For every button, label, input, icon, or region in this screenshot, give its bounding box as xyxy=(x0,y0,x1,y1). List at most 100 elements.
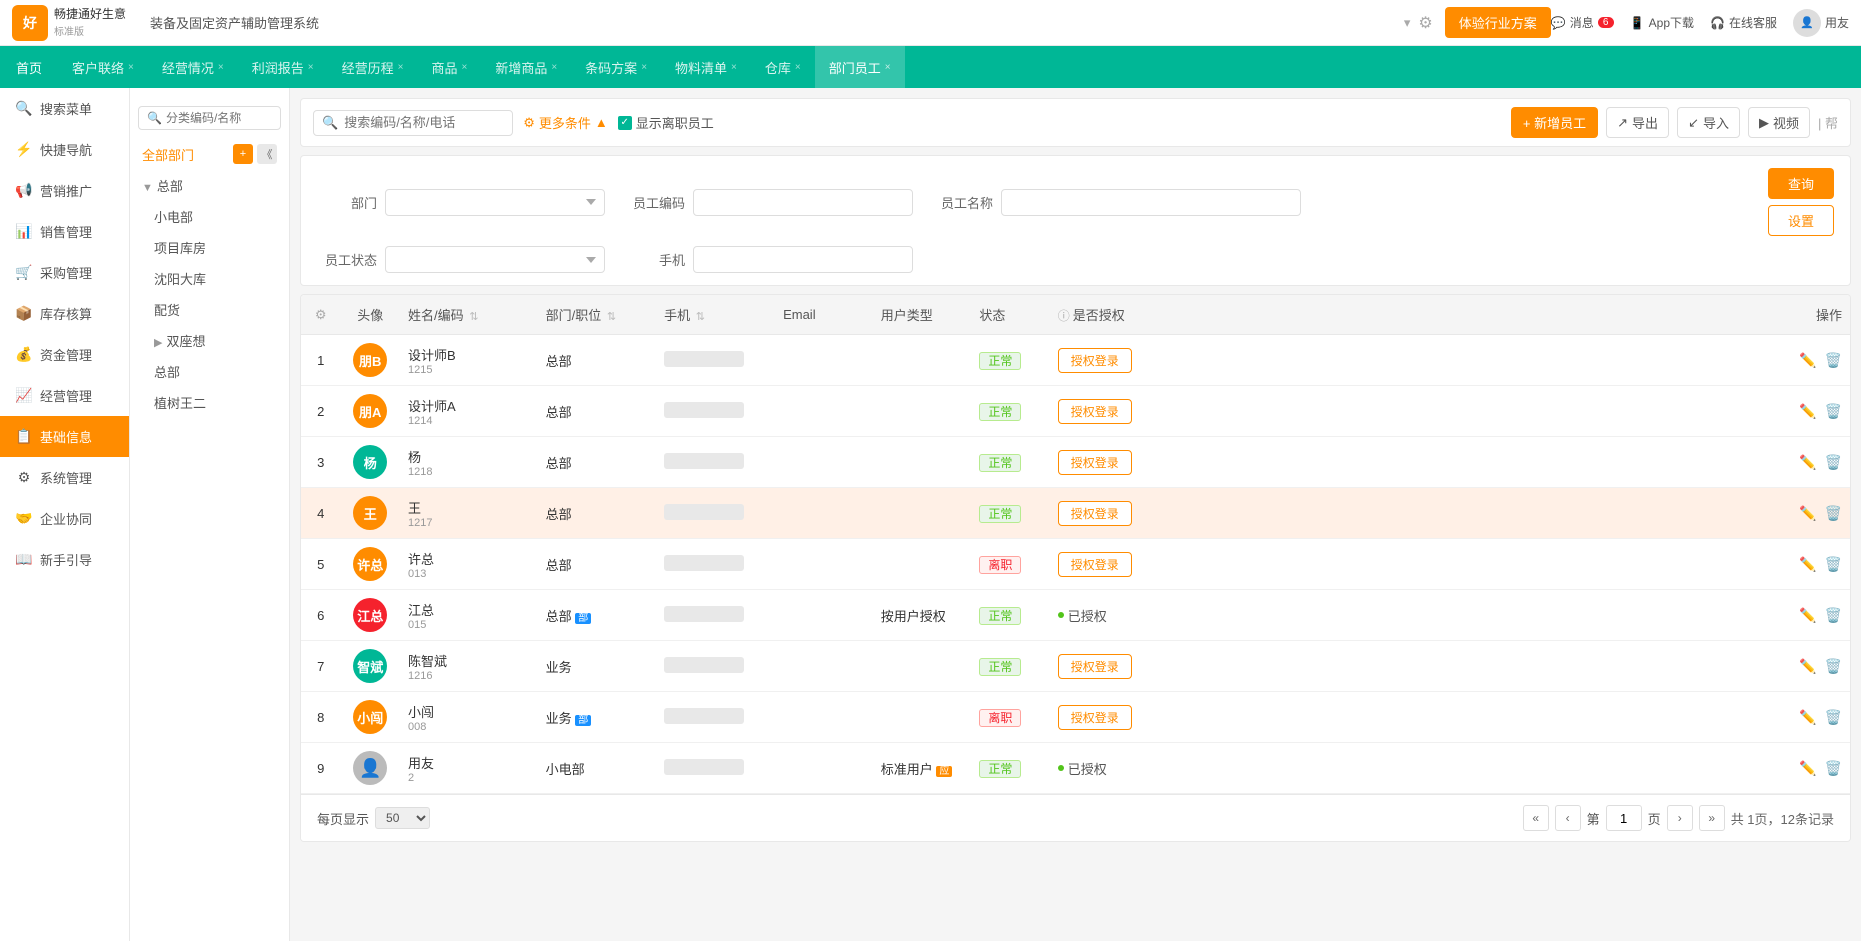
close-icon[interactable]: × xyxy=(461,62,467,73)
show-departed-toggle[interactable]: ✓ 显示离职员工 xyxy=(618,113,714,132)
tree-item-xiangmu[interactable]: 项目库房 xyxy=(130,232,289,263)
sidebar-item-sales[interactable]: 📊 销售管理 xyxy=(0,211,129,252)
dept-search-wrap[interactable]: 🔍 xyxy=(138,106,281,130)
view-button[interactable]: ▶ 视频 xyxy=(1748,107,1810,138)
sidebar-item-finance[interactable]: 💰 资金管理 xyxy=(0,334,129,375)
delete-icon[interactable]: 🗑️ xyxy=(1825,607,1842,624)
edit-icon[interactable]: ✏️ xyxy=(1799,556,1816,573)
auth-button[interactable]: 授权登录 xyxy=(1058,450,1132,475)
sidebar-item-marketing[interactable]: 📢 营销推广 xyxy=(0,170,129,211)
th-name[interactable]: 姓名/编码 ⇅ xyxy=(400,295,538,335)
dept-collapse-icon[interactable]: 《 xyxy=(257,144,277,164)
dropdown-icon[interactable]: ▾ xyxy=(1404,15,1411,31)
sidebar-item-search[interactable]: 🔍 搜索菜单 xyxy=(0,88,129,129)
phone-filter-input[interactable] xyxy=(693,246,913,273)
search-input[interactable] xyxy=(344,115,504,130)
auth-button[interactable]: 授权登录 xyxy=(1058,552,1132,577)
edit-icon[interactable]: ✏️ xyxy=(1799,403,1816,420)
delete-icon[interactable]: 🗑️ xyxy=(1825,709,1842,726)
tab-barcode[interactable]: 条码方案 × xyxy=(571,46,661,88)
name-filter-input[interactable] xyxy=(1001,189,1301,216)
first-page-btn[interactable]: « xyxy=(1523,805,1549,831)
tree-item-zongbu-child[interactable]: 总部 xyxy=(130,356,289,387)
tree-item-peihuo[interactable]: 配货 xyxy=(130,294,289,325)
tab-warehouse[interactable]: 仓库 × xyxy=(751,46,815,88)
tab-customer[interactable]: 客户联络 × xyxy=(58,46,148,88)
user-action[interactable]: 👤 用友 xyxy=(1793,9,1849,37)
set-button[interactable]: 设置 xyxy=(1768,205,1834,236)
message-action[interactable]: 💬 消息 6 xyxy=(1551,14,1614,31)
edit-icon[interactable]: ✏️ xyxy=(1799,658,1816,675)
online-service-action[interactable]: 🎧 在线客服 xyxy=(1710,14,1777,31)
tree-item-shuangzuo[interactable]: ▶双座想 xyxy=(130,325,289,356)
tab-add-goods[interactable]: 新增商品 × xyxy=(481,46,571,88)
app-download-action[interactable]: 📱 App下载 xyxy=(1630,14,1694,31)
sort-icon[interactable]: ⇅ xyxy=(469,311,478,323)
search-input-wrap[interactable]: 🔍 xyxy=(313,110,513,136)
tree-item-zongbu-root[interactable]: ▼总部 xyxy=(130,170,289,201)
sidebar-item-inventory[interactable]: 📦 库存核算 xyxy=(0,293,129,334)
edit-icon[interactable]: ✏️ xyxy=(1799,454,1816,471)
delete-icon[interactable]: 🗑️ xyxy=(1825,760,1842,777)
sort-dept-icon[interactable]: ⇅ xyxy=(607,311,616,323)
tab-bom[interactable]: 物料清单 × xyxy=(661,46,751,88)
auth-button[interactable]: 授权登录 xyxy=(1058,654,1132,679)
import-button[interactable]: ↙ 导入 xyxy=(1677,107,1740,138)
gear-icon[interactable]: ⚙ xyxy=(1418,13,1432,33)
delete-icon[interactable]: 🗑️ xyxy=(1825,454,1842,471)
dept-search-input[interactable] xyxy=(166,111,272,125)
prev-page-btn[interactable]: ‹ xyxy=(1555,805,1581,831)
sidebar-item-collab[interactable]: 🤝 企业协同 xyxy=(0,498,129,539)
auth-button[interactable]: 授权登录 xyxy=(1058,399,1132,424)
th-settings[interactable]: ⚙ xyxy=(301,295,340,335)
more-filter-btn[interactable]: ⚙ 更多条件 ▲ xyxy=(523,113,608,132)
sidebar-item-system[interactable]: ⚙ 系统管理 xyxy=(0,457,129,498)
sidebar-item-guide[interactable]: 📖 新手引导 xyxy=(0,539,129,580)
sort-phone-icon[interactable]: ⇅ xyxy=(696,311,705,323)
auth-button[interactable]: 授权登录 xyxy=(1058,348,1132,373)
close-icon[interactable]: × xyxy=(398,62,404,73)
page-number-input[interactable] xyxy=(1606,805,1642,831)
delete-icon[interactable]: 🗑️ xyxy=(1825,505,1842,522)
close-icon[interactable]: × xyxy=(795,62,801,73)
th-phone[interactable]: 手机 ⇅ xyxy=(656,295,775,335)
edit-icon[interactable]: ✏️ xyxy=(1799,709,1816,726)
delete-icon[interactable]: 🗑️ xyxy=(1825,403,1842,420)
export-button[interactable]: ↗ 导出 xyxy=(1606,107,1669,138)
close-icon[interactable]: × xyxy=(885,62,891,73)
search-button[interactable]: 查询 xyxy=(1768,168,1834,199)
sidebar-item-quicknav[interactable]: ⚡ 快捷导航 xyxy=(0,129,129,170)
edit-icon[interactable]: ✏️ xyxy=(1799,760,1816,777)
close-icon[interactable]: × xyxy=(551,62,557,73)
tab-profit[interactable]: 利润报告 × xyxy=(238,46,328,88)
close-icon[interactable]: × xyxy=(308,62,314,73)
edit-icon[interactable]: ✏️ xyxy=(1799,505,1816,522)
th-dept[interactable]: 部门/职位 ⇅ xyxy=(538,295,657,335)
auth-button[interactable]: 授权登录 xyxy=(1058,705,1132,730)
page-size-select[interactable]: 50 100 xyxy=(375,807,430,829)
edit-icon[interactable]: ✏️ xyxy=(1799,607,1816,624)
delete-icon[interactable]: 🗑️ xyxy=(1825,556,1842,573)
tree-item-zhishu[interactable]: 植树王二 xyxy=(130,387,289,418)
status-filter-select[interactable] xyxy=(385,246,605,273)
tab-history[interactable]: 经营历程 × xyxy=(328,46,418,88)
help-icon[interactable]: | 帮 xyxy=(1818,113,1838,132)
tree-item-xiaodibu[interactable]: 小电部 xyxy=(130,201,289,232)
settings-icon[interactable]: ⚙ xyxy=(315,307,327,322)
close-icon[interactable]: × xyxy=(128,62,134,73)
tab-goods[interactable]: 商品 × xyxy=(417,46,481,88)
close-icon[interactable]: × xyxy=(641,62,647,73)
edit-icon[interactable]: ✏️ xyxy=(1799,352,1816,369)
auth-button[interactable]: 授权登录 xyxy=(1058,501,1132,526)
close-icon[interactable]: × xyxy=(731,62,737,73)
dept-add-icon[interactable]: + xyxy=(233,144,253,164)
tree-item-shenyang[interactable]: 沈阳大库 xyxy=(130,263,289,294)
experience-button[interactable]: 体验行业方案 xyxy=(1445,7,1551,38)
close-icon[interactable]: × xyxy=(218,62,224,73)
last-page-btn[interactable]: » xyxy=(1699,805,1725,831)
delete-icon[interactable]: 🗑️ xyxy=(1825,658,1842,675)
tab-operation[interactable]: 经营情况 × xyxy=(148,46,238,88)
next-page-btn[interactable]: › xyxy=(1667,805,1693,831)
code-filter-input[interactable] xyxy=(693,189,913,216)
add-employee-button[interactable]: + 新增员工 xyxy=(1511,107,1598,138)
